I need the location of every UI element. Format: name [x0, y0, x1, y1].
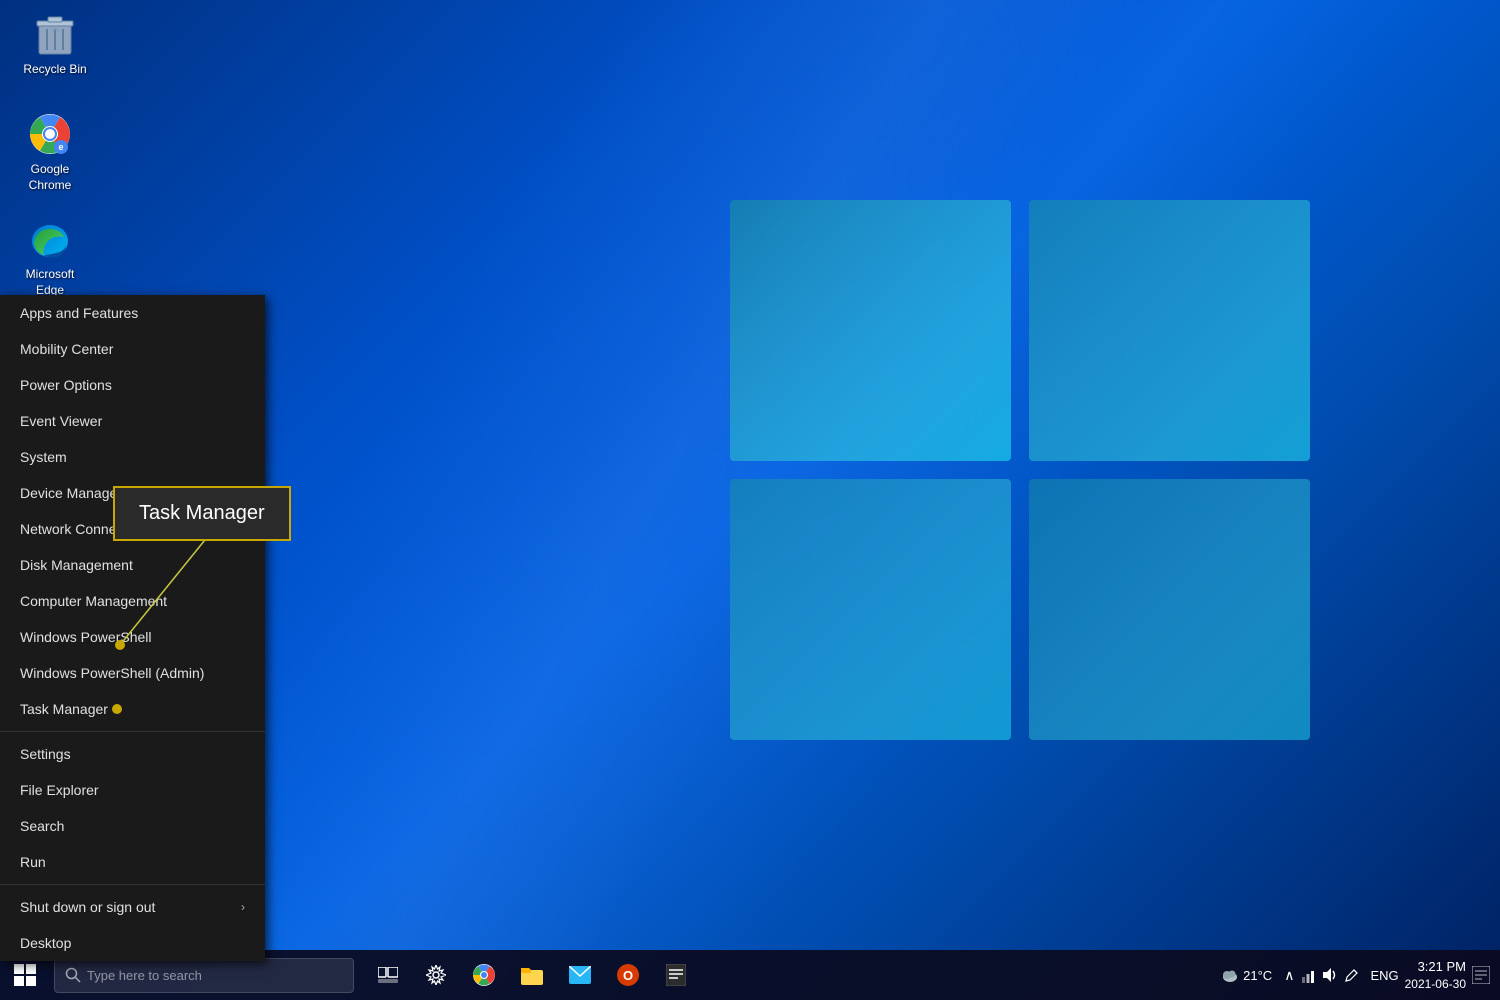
- menu-item-disk-management[interactable]: Disk Management: [0, 547, 265, 583]
- windows-logo: [730, 200, 1350, 820]
- taskbar-file-explorer-button[interactable]: [510, 953, 554, 997]
- recycle-bin-icon[interactable]: Recycle Bin: [15, 10, 95, 78]
- menu-item-windows-powershell-admin[interactable]: Windows PowerShell (Admin): [0, 655, 265, 691]
- menu-separator-2: [0, 884, 265, 885]
- system-tray: ∧: [1284, 967, 1360, 984]
- task-manager-tooltip: Task Manager: [113, 486, 291, 541]
- shut-down-arrow: ›: [241, 900, 245, 914]
- tray-expand-icon[interactable]: ∧: [1284, 967, 1294, 984]
- chrome-label: Google Chrome: [10, 162, 90, 193]
- start-icon: [14, 964, 36, 986]
- cloud-icon: [1221, 966, 1239, 984]
- menu-item-file-explorer[interactable]: File Explorer: [0, 772, 265, 808]
- pen-icon[interactable]: [1344, 967, 1360, 983]
- recycle-bin-label: Recycle Bin: [23, 62, 86, 78]
- menu-item-settings[interactable]: Settings: [0, 736, 265, 772]
- svg-text:e: e: [58, 142, 63, 152]
- language-indicator[interactable]: ENG: [1370, 968, 1398, 983]
- settings-icon: [426, 965, 446, 985]
- desktop: Recycle Bin e Google Chrome: [0, 0, 1500, 1000]
- file-explorer-icon: [521, 965, 543, 985]
- notification-icon[interactable]: [1472, 966, 1490, 984]
- search-placeholder: Type here to search: [87, 968, 202, 983]
- network-icon[interactable]: [1300, 967, 1316, 983]
- taskbar-search[interactable]: Type here to search: [54, 958, 354, 993]
- task-manager-dot: [112, 704, 122, 714]
- menu-item-windows-powershell[interactable]: Windows PowerShell: [0, 619, 265, 655]
- menu-item-run[interactable]: Run: [0, 844, 265, 880]
- clock-time: 3:21 PM: [1405, 958, 1466, 976]
- win-pane-bl: [730, 479, 1011, 740]
- taskbar-clock[interactable]: 3:21 PM 2021-06-30: [1405, 958, 1466, 993]
- menu-item-apps-features[interactable]: Apps and Features: [0, 295, 265, 331]
- search-icon: [65, 967, 81, 983]
- task-manager-tooltip-label: Task Manager: [139, 502, 265, 524]
- chrome-svg: e: [26, 110, 74, 158]
- speaker-icon[interactable]: [1322, 967, 1338, 983]
- menu-item-shut-down[interactable]: Shut down or sign out ›: [0, 889, 265, 925]
- google-chrome-icon[interactable]: e Google Chrome: [10, 110, 90, 193]
- win-pane-tr: [1029, 200, 1310, 461]
- menu-item-search[interactable]: Search: [0, 808, 265, 844]
- context-menu: Apps and Features Mobility Center Power …: [0, 295, 265, 961]
- taskbar-office-button[interactable]: O: [606, 953, 650, 997]
- taskbar-right: 21°C ∧: [1215, 953, 1500, 997]
- notes-icon: [666, 964, 686, 986]
- menu-item-event-viewer[interactable]: Event Viewer: [0, 403, 265, 439]
- office-icon: O: [617, 964, 639, 986]
- recycle-bin-svg: [31, 10, 79, 58]
- microsoft-edge-icon[interactable]: Microsoft Edge: [10, 215, 90, 298]
- mail-icon: [569, 966, 591, 984]
- task-view-button[interactable]: [366, 953, 410, 997]
- taskbar-center-icons: O: [366, 953, 698, 997]
- win-pane-br: [1029, 479, 1310, 740]
- edge-label: Microsoft Edge: [10, 267, 90, 298]
- menu-item-task-manager[interactable]: Task Manager: [0, 691, 265, 727]
- menu-item-power-options[interactable]: Power Options: [0, 367, 265, 403]
- menu-item-computer-management[interactable]: Computer Management: [0, 583, 265, 619]
- win-pane-tl: [730, 200, 1011, 461]
- taskbar-mail-button[interactable]: [558, 953, 602, 997]
- menu-item-desktop[interactable]: Desktop: [0, 925, 265, 961]
- taskbar-chrome-button[interactable]: [462, 953, 506, 997]
- weather-widget[interactable]: 21°C: [1215, 953, 1278, 997]
- taskbar-notes-button[interactable]: [654, 953, 698, 997]
- svg-text:O: O: [623, 968, 633, 983]
- taskbar-chrome-icon: [472, 963, 496, 987]
- task-view-icon: [378, 967, 398, 983]
- settings-button[interactable]: [414, 953, 458, 997]
- menu-item-mobility-center[interactable]: Mobility Center: [0, 331, 265, 367]
- weather-temp: 21°C: [1243, 968, 1272, 983]
- clock-date: 2021-06-30: [1405, 976, 1466, 993]
- menu-item-system[interactable]: System: [0, 439, 265, 475]
- edge-svg: [26, 215, 74, 263]
- menu-separator: [0, 731, 265, 732]
